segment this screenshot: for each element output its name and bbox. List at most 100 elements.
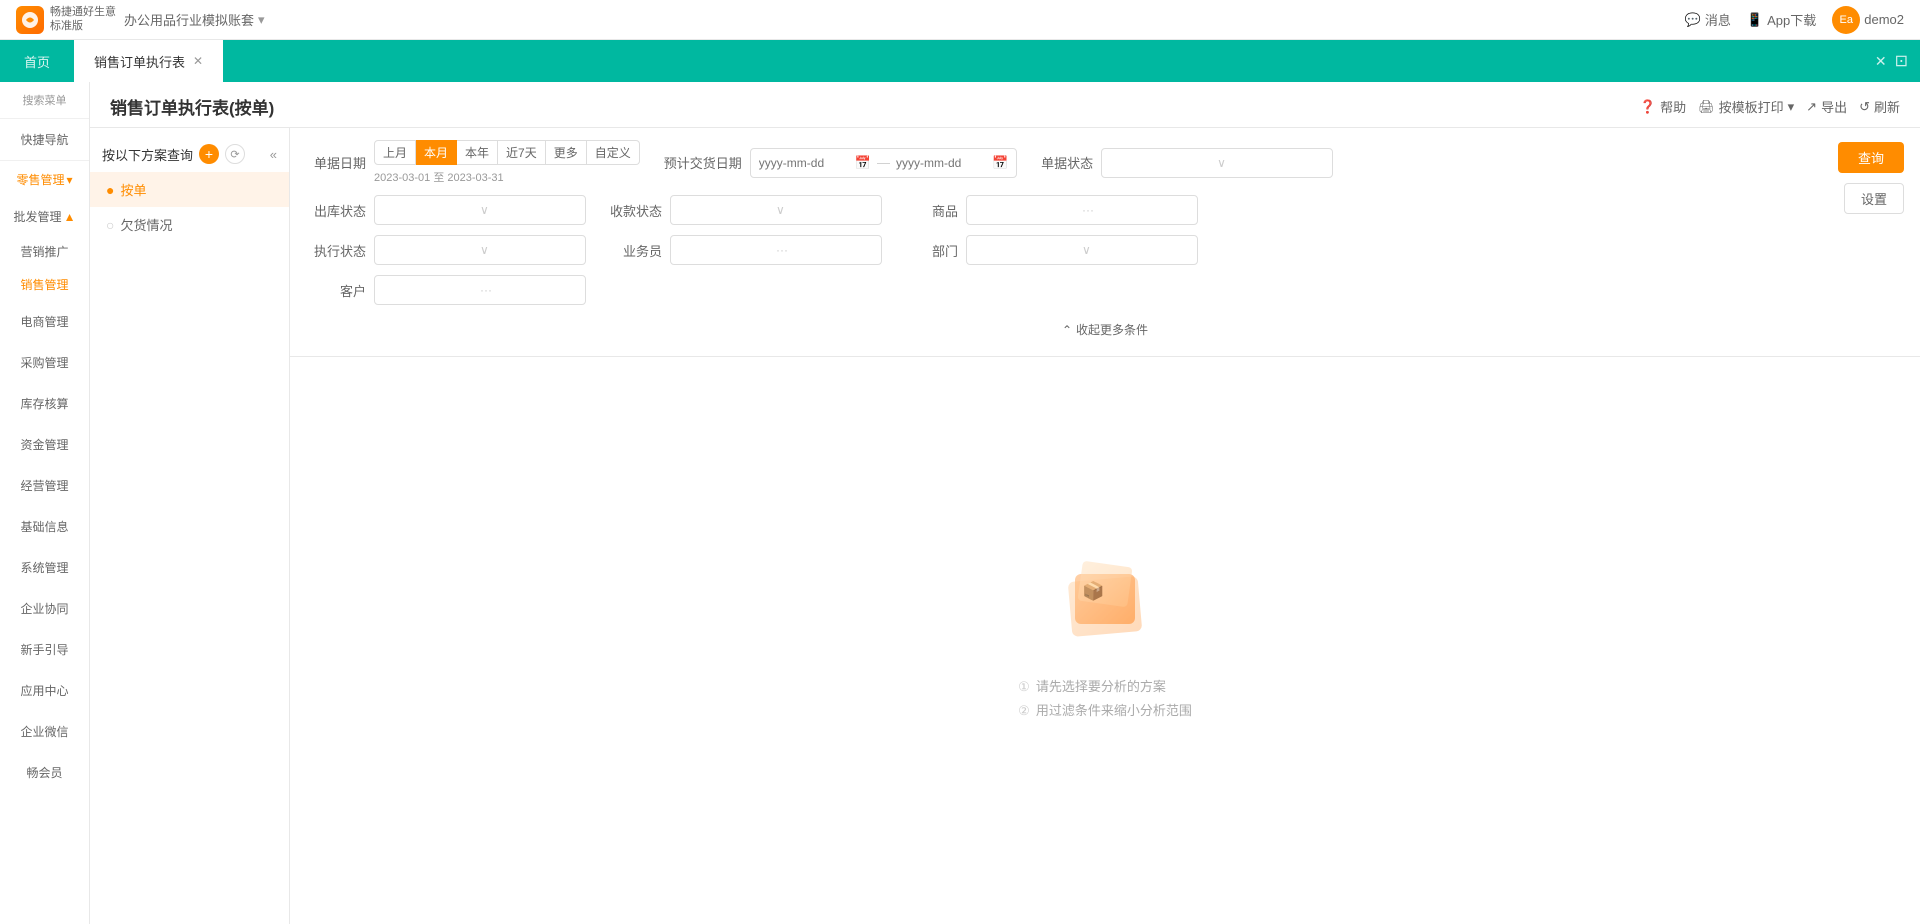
logo-text: 畅捷通好生意 标准版	[50, 6, 116, 32]
sidebar-item-marketing[interactable]: 营销推广	[0, 235, 89, 268]
status-label: 单据状态	[1033, 153, 1093, 172]
title-dropdown-arrow[interactable]: ▾	[258, 12, 265, 28]
print-button[interactable]: 🖨 按模板打印 ▾	[1698, 97, 1794, 116]
message-icon: 💬	[1685, 12, 1701, 28]
customer-label: 客户	[306, 281, 366, 300]
logo-area: 畅捷通好生意 标准版	[16, 6, 116, 34]
scheme-add-button[interactable]: +	[199, 144, 219, 164]
status-dropdown[interactable]: ∨	[1101, 148, 1333, 178]
status-arrow: ∨	[1217, 156, 1324, 170]
date-tab-7days[interactable]: 近7天	[498, 140, 546, 165]
salesperson-more-dots: ···	[776, 243, 873, 257]
calendar-start-icon: 📅	[855, 155, 871, 171]
page-title: 销售订单执行表(按单)	[110, 94, 274, 119]
user-area[interactable]: Ea demo2	[1832, 6, 1904, 34]
sidebar-item-appstore[interactable]: 应用中心	[0, 670, 89, 711]
expected-date-input-group: 📅 — 📅	[750, 148, 1017, 178]
help-button[interactable]: ❓ 帮助	[1640, 97, 1686, 116]
exec-status-label: 执行状态	[306, 241, 366, 260]
dept-label: 部门	[898, 241, 958, 260]
refresh-button[interactable]: ↺ 刷新	[1859, 97, 1900, 116]
filter-collect-status: 收款状态 ∨	[602, 195, 882, 225]
goods-input[interactable]: ···	[966, 195, 1198, 225]
salesperson-input[interactable]: ···	[670, 235, 882, 265]
filter-exec-status: 执行状态 ∨	[306, 235, 586, 265]
layout-body: 按以下方案查询 + ⟳ « ● 按单 ○ 欠货情况	[90, 128, 1920, 924]
scheme-collapse-button[interactable]: «	[270, 147, 277, 162]
dept-dropdown[interactable]: ∨	[966, 235, 1198, 265]
sidebar-item-wholesale[interactable]: 批发管理 ▲	[0, 198, 89, 235]
sidebar-item-vip[interactable]: 畅会员	[0, 752, 89, 793]
tab-bar: 首页 销售订单执行表 ✕ ✕ ⊡	[0, 40, 1920, 82]
query-button[interactable]: 查询	[1838, 142, 1904, 173]
sidebar-item-enterprise[interactable]: 企业协同	[0, 588, 89, 629]
help-icon: ❓	[1640, 99, 1656, 115]
top-bar: 畅捷通好生意 标准版 办公用品行业模拟账套 ▾ 💬 消息 📱 App下载 Ea …	[0, 0, 1920, 40]
sidebar-item-system[interactable]: 系统管理	[0, 547, 89, 588]
top-bar-left: 畅捷通好生意 标准版 办公用品行业模拟账套 ▾	[16, 6, 265, 34]
sidebar-item-newuser[interactable]: 新手引导	[0, 629, 89, 670]
sidebar-search[interactable]: 搜索菜单	[0, 82, 89, 119]
date-tab-this-year[interactable]: 本年	[457, 140, 498, 165]
print-dropdown-arrow[interactable]: ▾	[1788, 99, 1795, 115]
expected-date-label: 预计交货日期	[664, 153, 742, 172]
filter-customer: 客户 ···	[306, 275, 586, 305]
sidebar-item-inventory[interactable]: 库存核算	[0, 383, 89, 424]
collect-status-label: 收款状态	[602, 201, 662, 220]
sidebar-item-wechat[interactable]: 企业微信	[0, 711, 89, 752]
filter-row-2: 出库状态 ∨ 收款状态	[306, 195, 1822, 225]
customer-more-dots: ···	[480, 283, 577, 297]
sidebar-item-operation[interactable]: 经营管理	[0, 465, 89, 506]
sidebar-item-finance[interactable]: 资金管理	[0, 424, 89, 465]
out-status-arrow: ∨	[480, 203, 577, 217]
sidebar-item-sales[interactable]: 销售管理	[0, 268, 89, 301]
left-panel: 按以下方案查询 + ⟳ « ● 按单 ○ 欠货情况	[90, 128, 290, 924]
filter-row-1: 单据日期 上月 本月 本年 近7天 更多	[306, 140, 1822, 185]
export-button[interactable]: ↗ 导出	[1806, 97, 1847, 116]
expected-date-end-input[interactable]	[896, 156, 986, 170]
message-button[interactable]: 💬 消息	[1685, 10, 1731, 29]
tab-sales-order[interactable]: 销售订单执行表 ✕	[74, 40, 223, 82]
sidebar-item-ecommerce[interactable]: 电商管理	[0, 301, 89, 342]
sidebar: 搜索菜单 快捷导航 零售管理 ▾ 批发管理 ▲ 营销推广 销售管理 电商管理 采…	[0, 82, 90, 924]
scheme-refresh-button[interactable]: ⟳	[225, 144, 245, 164]
date-tab-last-month[interactable]: 上月	[374, 140, 416, 165]
date-tab-more[interactable]: 更多	[546, 140, 587, 165]
main-layout: 搜索菜单 快捷导航 零售管理 ▾ 批发管理 ▲ 营销推广 销售管理 电商管理 采…	[0, 82, 1920, 924]
tab-close-window-icon[interactable]: ✕	[1875, 53, 1887, 70]
out-status-dropdown[interactable]: ∨	[374, 195, 586, 225]
scheme-item-order[interactable]: ● 按单	[90, 172, 289, 207]
date-range-text: 2023-03-01 至 2023-03-31	[374, 169, 648, 185]
sidebar-item-basic[interactable]: 基础信息	[0, 506, 89, 547]
filter-dept: 部门 ∨	[898, 235, 1198, 265]
tab-restore-icon[interactable]: ⊡	[1895, 51, 1908, 71]
sidebar-item-retail[interactable]: 零售管理 ▾	[0, 161, 89, 198]
settings-button[interactable]: 设置	[1844, 183, 1904, 214]
sidebar-label-wholesale: 批发管理	[14, 208, 62, 225]
dept-arrow: ∨	[1082, 243, 1189, 257]
sidebar-item-purchase[interactable]: 采购管理	[0, 342, 89, 383]
customer-input[interactable]: ···	[374, 275, 586, 305]
empty-illustration: 📦	[1055, 559, 1155, 659]
sidebar-label-retail: 零售管理	[16, 171, 64, 188]
date-tab-this-month[interactable]: 本月	[416, 140, 457, 165]
scheme-title: 按以下方案查询	[102, 145, 193, 164]
tab-home[interactable]: 首页	[0, 40, 74, 82]
exec-status-dropdown[interactable]: ∨	[374, 235, 586, 265]
filter-expected-date: 预计交货日期 📅 — 📅	[664, 148, 1017, 178]
filter-out-status: 出库状态 ∨	[306, 195, 586, 225]
scheme-header: 按以下方案查询 + ⟳ «	[90, 136, 289, 172]
date-tab-custom[interactable]: 自定义	[587, 140, 640, 165]
scheme-item-debt[interactable]: ○ 欠货情况	[90, 207, 289, 242]
goods-more-dots: ···	[1082, 203, 1189, 217]
app-download-button[interactable]: 📱 App下载	[1747, 10, 1816, 29]
tab-close-icon[interactable]: ✕	[193, 54, 203, 68]
collapse-more-button[interactable]: ⌃ 收起更多条件	[306, 315, 1904, 344]
scheme-item-icon-debt: ○	[106, 217, 114, 233]
sidebar-arrow-retail: ▾	[66, 173, 72, 187]
expected-date-start-input[interactable]	[759, 156, 849, 170]
collect-status-dropdown[interactable]: ∨	[670, 195, 882, 225]
sidebar-quicknav[interactable]: 快捷导航	[0, 119, 89, 161]
tab-bar-right: ✕ ⊡	[1875, 51, 1920, 71]
empty-text: ① 请先选择要分析的方案 ② 用过滤条件来缩小分析范围	[1018, 675, 1192, 722]
